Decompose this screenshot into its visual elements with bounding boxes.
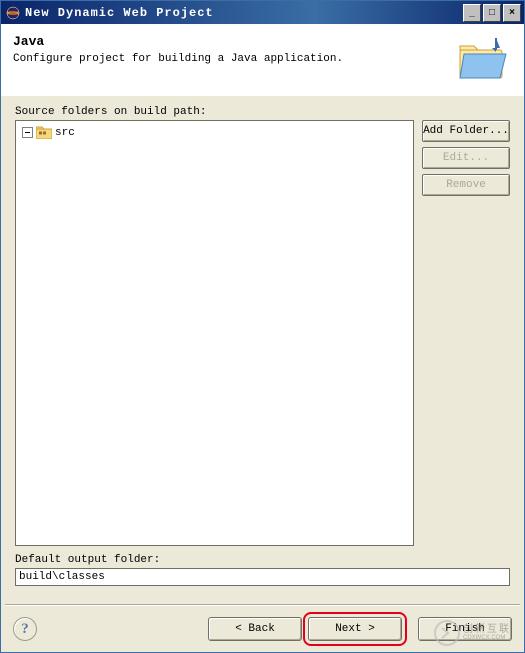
source-folders-tree[interactable]: src — [15, 120, 414, 546]
output-folder-input[interactable] — [15, 568, 510, 586]
minimize-button[interactable]: _ — [463, 4, 481, 22]
wizard-content: Source folders on build path: src — [1, 96, 524, 604]
titlebar[interactable]: New Dynamic Web Project _ □ × — [1, 1, 524, 24]
page-description: Configure project for building a Java ap… — [13, 53, 454, 65]
back-button[interactable]: < Back — [208, 617, 302, 641]
wizard-header: Java Configure project for building a Ja… — [1, 24, 524, 96]
window-title: New Dynamic Web Project — [25, 6, 461, 20]
tree-item-label: src — [55, 127, 75, 139]
close-button[interactable]: × — [503, 4, 521, 22]
package-folder-icon — [36, 126, 52, 139]
eclipse-icon — [5, 5, 21, 21]
expander-icon[interactable] — [22, 127, 33, 138]
maximize-button[interactable]: □ — [483, 4, 501, 22]
tree-item[interactable]: src — [22, 126, 407, 139]
page-title: Java — [13, 34, 454, 49]
finish-button[interactable]: Finish — [418, 617, 512, 641]
source-folders-label: Source folders on build path: — [15, 106, 510, 118]
wizard-window: New Dynamic Web Project _ □ × Java Confi… — [0, 0, 525, 653]
output-folder-label: Default output folder: — [15, 554, 510, 566]
wizard-folder-icon — [454, 34, 514, 84]
button-bar: ? < Back Next > Finish — [1, 606, 524, 652]
next-button[interactable]: Next > — [308, 617, 402, 641]
add-folder-button[interactable]: Add Folder... — [422, 120, 510, 142]
help-button[interactable]: ? — [13, 617, 37, 641]
remove-button[interactable]: Remove — [422, 174, 510, 196]
edit-button[interactable]: Edit... — [422, 147, 510, 169]
side-button-group: Add Folder... Edit... Remove — [422, 120, 510, 546]
